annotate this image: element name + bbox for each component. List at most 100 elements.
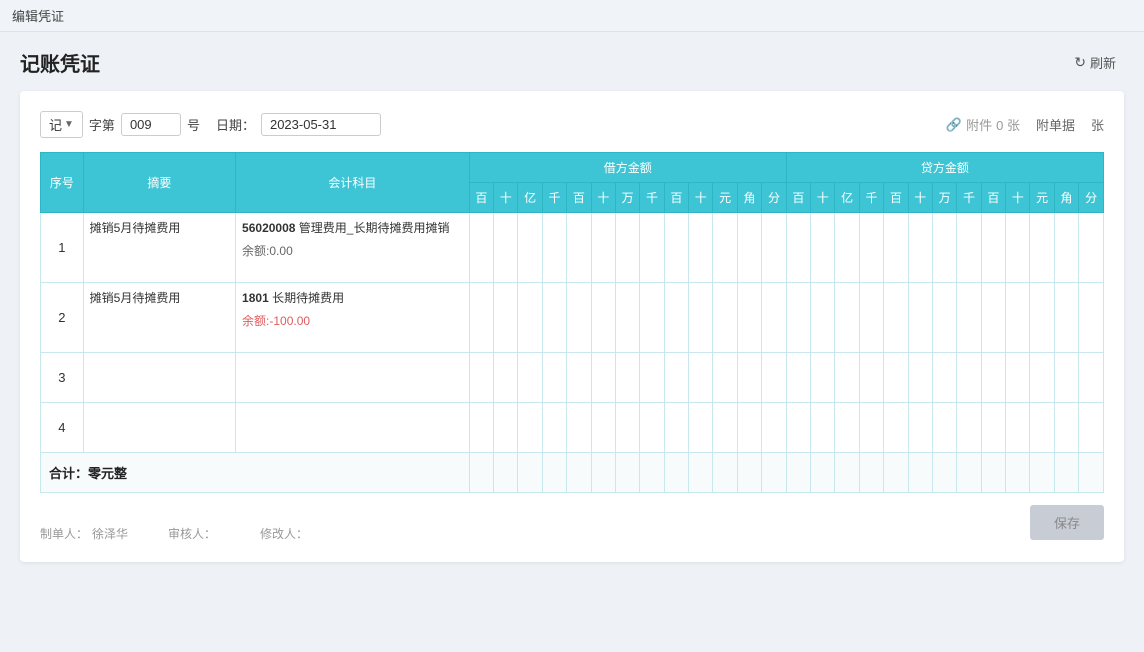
cell-debit-digit-9[interactable] — [689, 283, 713, 353]
cell-debit-digit-2[interactable] — [518, 213, 542, 283]
cell-credit-digit-8[interactable] — [981, 283, 1005, 353]
cell-credit-digit-9[interactable] — [1006, 403, 1030, 453]
cell-credit-digit-12[interactable] — [1079, 283, 1104, 353]
cell-credit-digit-7[interactable] — [957, 283, 981, 353]
cell-summary[interactable]: 摊销5月待摊费用 — [83, 283, 235, 353]
cell-debit-digit-6[interactable] — [615, 283, 639, 353]
cell-debit-digit-0[interactable] — [469, 283, 493, 353]
cell-credit-digit-6[interactable] — [932, 403, 956, 453]
cell-credit-digit-8[interactable] — [981, 213, 1005, 283]
cell-debit-digit-7[interactable] — [640, 353, 664, 403]
cell-debit-digit-2[interactable] — [518, 403, 542, 453]
cell-debit-digit-1[interactable] — [494, 353, 518, 403]
cell-debit-digit-9[interactable] — [689, 403, 713, 453]
cell-debit-digit-3[interactable] — [542, 353, 566, 403]
cell-debit-digit-8[interactable] — [664, 353, 688, 403]
cell-debit-digit-3[interactable] — [542, 283, 566, 353]
cell-credit-digit-11[interactable] — [1054, 403, 1078, 453]
cell-debit-digit-12[interactable] — [762, 403, 787, 453]
cell-credit-digit-6[interactable] — [932, 353, 956, 403]
cell-credit-digit-5[interactable] — [908, 213, 932, 283]
cell-debit-digit-0[interactable] — [469, 403, 493, 453]
cell-credit-digit-12[interactable] — [1079, 403, 1104, 453]
cell-credit-digit-4[interactable] — [884, 403, 908, 453]
cell-debit-digit-6[interactable] — [615, 403, 639, 453]
voucher-number-input[interactable] — [121, 113, 181, 136]
cell-credit-digit-1[interactable] — [811, 403, 835, 453]
cell-credit-digit-1[interactable] — [811, 213, 835, 283]
cell-credit-digit-2[interactable] — [835, 403, 859, 453]
cell-debit-digit-8[interactable] — [664, 213, 688, 283]
cell-credit-digit-0[interactable] — [786, 403, 810, 453]
cell-debit-digit-6[interactable] — [615, 353, 639, 403]
cell-credit-digit-5[interactable] — [908, 403, 932, 453]
cell-credit-digit-7[interactable] — [957, 353, 981, 403]
cell-debit-digit-1[interactable] — [494, 403, 518, 453]
cell-credit-digit-1[interactable] — [811, 283, 835, 353]
cell-account[interactable]: 56020008 管理费用_长期待摊费用摊销余额:0.00 — [236, 213, 470, 283]
voucher-type-dropdown[interactable]: 记 ▼ — [40, 111, 83, 138]
cell-debit-digit-6[interactable] — [615, 213, 639, 283]
cell-credit-digit-3[interactable] — [859, 213, 883, 283]
cell-credit-digit-0[interactable] — [786, 213, 810, 283]
cell-debit-digit-7[interactable] — [640, 213, 664, 283]
cell-debit-digit-2[interactable] — [518, 283, 542, 353]
cell-debit-digit-5[interactable] — [591, 283, 615, 353]
cell-summary[interactable] — [83, 403, 235, 453]
cell-debit-digit-5[interactable] — [591, 403, 615, 453]
cell-debit-digit-2[interactable] — [518, 353, 542, 403]
cell-summary[interactable]: 摊销5月待摊费用 — [83, 213, 235, 283]
cell-credit-digit-2[interactable] — [835, 213, 859, 283]
cell-credit-digit-9[interactable] — [1006, 353, 1030, 403]
cell-debit-digit-3[interactable] — [542, 403, 566, 453]
cell-credit-digit-12[interactable] — [1079, 213, 1104, 283]
cell-credit-digit-2[interactable] — [835, 283, 859, 353]
cell-credit-digit-4[interactable] — [884, 283, 908, 353]
cell-debit-digit-4[interactable] — [567, 283, 591, 353]
save-button[interactable]: 保存 — [1030, 505, 1104, 540]
cell-credit-digit-10[interactable] — [1030, 283, 1054, 353]
cell-debit-digit-7[interactable] — [640, 283, 664, 353]
cell-debit-digit-8[interactable] — [664, 283, 688, 353]
cell-account[interactable]: 1801 长期待摊费用余额:-100.00 — [236, 283, 470, 353]
cell-debit-digit-1[interactable] — [494, 283, 518, 353]
cell-debit-digit-11[interactable] — [737, 353, 761, 403]
cell-credit-digit-5[interactable] — [908, 283, 932, 353]
cell-credit-digit-5[interactable] — [908, 353, 932, 403]
cell-credit-digit-11[interactable] — [1054, 213, 1078, 283]
cell-credit-digit-4[interactable] — [884, 213, 908, 283]
cell-debit-digit-9[interactable] — [689, 353, 713, 403]
cell-debit-digit-4[interactable] — [567, 213, 591, 283]
cell-debit-digit-1[interactable] — [494, 213, 518, 283]
cell-credit-digit-10[interactable] — [1030, 213, 1054, 283]
cell-debit-digit-0[interactable] — [469, 353, 493, 403]
cell-debit-digit-12[interactable] — [762, 353, 787, 403]
cell-credit-digit-3[interactable] — [859, 403, 883, 453]
cell-account[interactable] — [236, 353, 470, 403]
cell-debit-digit-11[interactable] — [737, 403, 761, 453]
cell-credit-digit-8[interactable] — [981, 403, 1005, 453]
cell-credit-digit-10[interactable] — [1030, 353, 1054, 403]
cell-credit-digit-6[interactable] — [932, 213, 956, 283]
attachment-link[interactable]: 🔗 附件 0 张 — [946, 115, 1020, 134]
cell-debit-digit-5[interactable] — [591, 353, 615, 403]
cell-debit-digit-5[interactable] — [591, 213, 615, 283]
cell-credit-digit-9[interactable] — [1006, 213, 1030, 283]
cell-debit-digit-10[interactable] — [713, 353, 737, 403]
cell-credit-digit-6[interactable] — [932, 283, 956, 353]
cell-debit-digit-10[interactable] — [713, 403, 737, 453]
cell-credit-digit-7[interactable] — [957, 403, 981, 453]
cell-credit-digit-11[interactable] — [1054, 353, 1078, 403]
cell-credit-digit-12[interactable] — [1079, 353, 1104, 403]
refresh-button[interactable]: ↻ 刷新 — [1066, 49, 1124, 76]
cell-debit-digit-11[interactable] — [737, 213, 761, 283]
date-input[interactable] — [261, 113, 381, 136]
cell-credit-digit-0[interactable] — [786, 283, 810, 353]
cell-credit-digit-8[interactable] — [981, 353, 1005, 403]
cell-debit-digit-0[interactable] — [469, 213, 493, 283]
cell-credit-digit-3[interactable] — [859, 283, 883, 353]
cell-debit-digit-3[interactable] — [542, 213, 566, 283]
cell-credit-digit-4[interactable] — [884, 353, 908, 403]
cell-credit-digit-9[interactable] — [1006, 283, 1030, 353]
cell-credit-digit-2[interactable] — [835, 353, 859, 403]
